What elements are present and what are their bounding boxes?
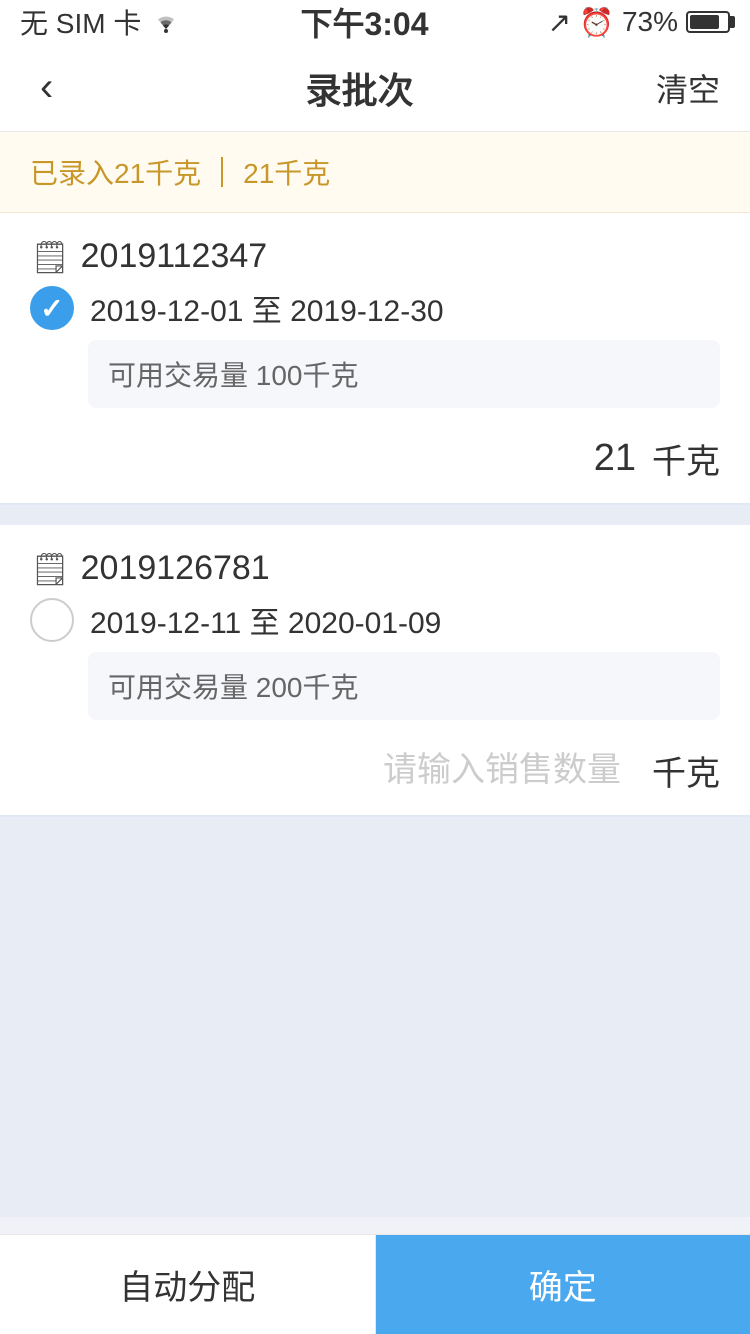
battery-label: 73% <box>622 6 678 38</box>
status-left: 无 SIM 卡 <box>20 2 181 42</box>
batch-amount-unit-0: 千克 <box>652 434 720 483</box>
alarm-icon: ⏰ <box>579 6 614 39</box>
batch-available-1: 可用交易量 200千克 <box>88 652 720 720</box>
status-right: ↗ ⏰ 73% <box>548 6 730 39</box>
confirm-button[interactable]: 确定 <box>376 1235 750 1334</box>
wifi-icon <box>151 11 181 33</box>
summary-value-label: 21千克 <box>243 152 330 192</box>
clear-button[interactable]: 清空 <box>656 65 720 111</box>
batch-amount-input-row-1[interactable]: 千克 <box>0 736 750 817</box>
card-separator <box>0 505 750 525</box>
summary-recorded-label: 已录入21千克 <box>30 152 201 192</box>
auto-distribute-button[interactable]: 自动分配 <box>0 1235 376 1334</box>
batch-date-row-1[interactable]: 2019-12-11 至 2020-01-09 <box>0 598 750 652</box>
batch-card-1: 🗒 2019126781 2019-12-11 至 2020-01-09 可用交… <box>0 525 750 817</box>
carrier-label: 无 SIM 卡 <box>20 2 141 42</box>
status-time: 下午3:04 <box>300 0 428 45</box>
page-title: 录批次 <box>306 62 414 114</box>
batch-doc-icon-1: 🗒 <box>30 550 71 588</box>
batch-date-1: 2019-12-11 至 2020-01-09 <box>90 598 441 642</box>
batch-amount-unit-1: 千克 <box>652 746 720 795</box>
batch-amount-input-1[interactable] <box>193 751 636 790</box>
status-bar: 无 SIM 卡 下午3:04 ↗ ⏰ 73% <box>0 0 750 44</box>
batch-header-1: 🗒 2019126781 <box>0 525 750 598</box>
nav-bar: ‹ 录批次 清空 <box>0 44 750 132</box>
batch-date-row-0[interactable]: 2019-12-01 至 2019-12-30 <box>0 286 750 340</box>
batch-date-0: 2019-12-01 至 2019-12-30 <box>90 286 444 330</box>
batch-amount-value-0: 21 <box>594 437 636 480</box>
batch-available-0: 可用交易量 100千克 <box>88 340 720 408</box>
batch-amount-row-0: 21 千克 <box>0 424 750 505</box>
content-area: 🗒 2019112347 2019-12-01 至 2019-12-30 可用交… <box>0 213 750 1317</box>
bottom-action-bar: 自动分配 确定 <box>0 1234 750 1334</box>
radio-btn-1[interactable] <box>30 598 74 642</box>
battery-icon <box>686 11 730 33</box>
batch-header-0: 🗒 2019112347 <box>0 213 750 286</box>
location-icon: ↗ <box>548 6 571 39</box>
summary-divider <box>221 157 223 187</box>
batch-doc-icon-0: 🗒 <box>30 238 71 276</box>
radio-btn-0[interactable] <box>30 286 74 330</box>
summary-bar: 已录入21千克 21千克 <box>0 132 750 213</box>
batch-card-0: 🗒 2019112347 2019-12-01 至 2019-12-30 可用交… <box>0 213 750 505</box>
back-button[interactable]: ‹ <box>30 55 63 120</box>
batch-id-0: 2019112347 <box>81 237 268 276</box>
batch-id-1: 2019126781 <box>81 549 270 588</box>
empty-area <box>0 817 750 1217</box>
